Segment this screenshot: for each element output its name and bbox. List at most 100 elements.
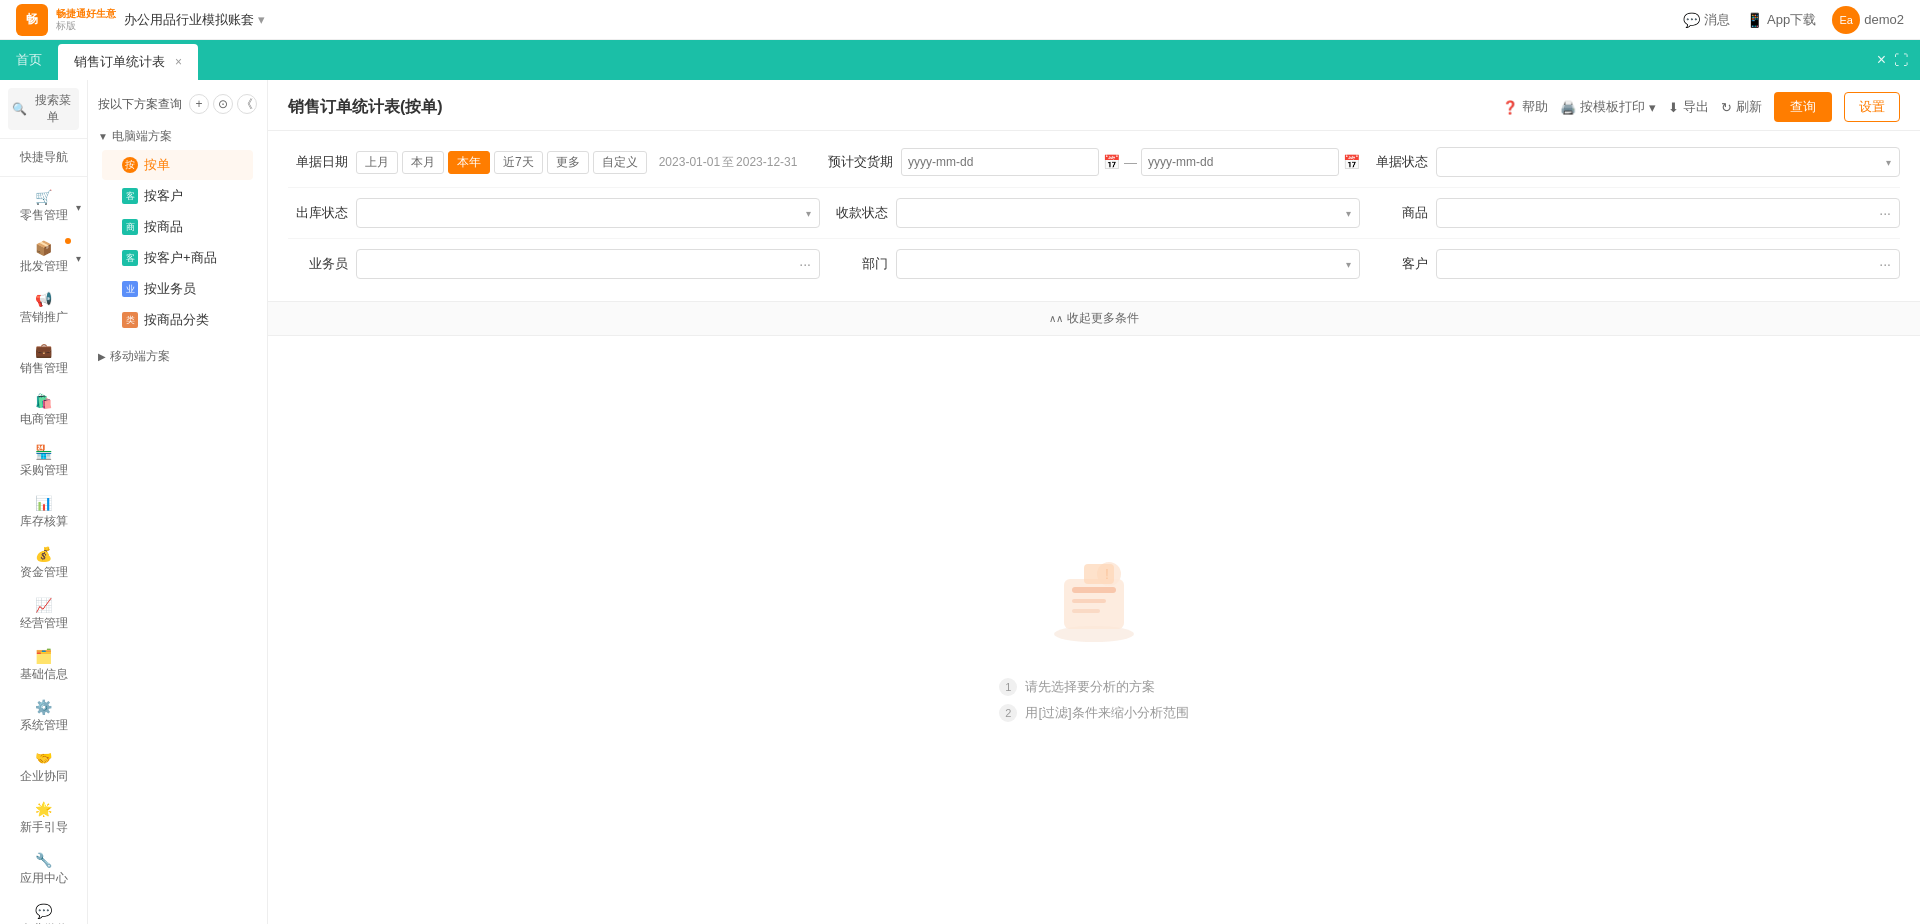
scheme-item-salesperson[interactable]: 业 按业务员	[102, 274, 253, 304]
empty-illustration: !	[1034, 539, 1154, 662]
scheme-item-order[interactable]: 按 按单	[102, 150, 253, 180]
user-avatar: Ea	[1832, 6, 1860, 34]
dept-chevron-icon: ▾	[1346, 259, 1351, 270]
tab-window-actions: × ⛶	[1877, 51, 1920, 69]
tab-sales-order-stats[interactable]: 销售订单统计表 ×	[58, 44, 198, 80]
sidebar-item-sales[interactable]: 💼 销售管理	[0, 334, 87, 385]
search-btn[interactable]: 查询	[1774, 92, 1832, 122]
sidebar-item-newbie[interactable]: 🌟 新手引导	[0, 793, 87, 844]
message-btn[interactable]: 💬 消息	[1683, 11, 1730, 29]
svg-rect-3	[1072, 599, 1106, 603]
tip-num-2: 2	[999, 704, 1017, 722]
scheme-add-btn[interactable]: +	[189, 94, 209, 114]
window-close-icon[interactable]: ×	[1877, 51, 1886, 69]
salesperson-filter-group: 业务员 ···	[288, 249, 820, 279]
scheme-panel-actions: + ⊙ 《	[189, 94, 257, 114]
scheme-goods-icon: 商	[122, 219, 138, 235]
scheme-customer-icon: 客	[122, 188, 138, 204]
help-btn[interactable]: ❓ 帮助	[1502, 98, 1548, 116]
sidebar-item-wholesale[interactable]: 📦 批发管理	[0, 232, 87, 283]
app-download-btn[interactable]: 📱 App下载	[1746, 11, 1816, 29]
date-btn-last-7days[interactable]: 近7天	[494, 151, 543, 174]
scheme-order-icon: 按	[122, 157, 138, 173]
scheme-item-customer[interactable]: 客 按客户	[102, 181, 253, 211]
sidebar-item-apps[interactable]: 🔧 应用中心	[0, 844, 87, 895]
main-layout: 🔍 搜索菜单 快捷导航 🛒 零售管理 📦 批发管理 📢 营销推广 💼	[0, 80, 1920, 924]
payment-chevron-icon: ▾	[1346, 208, 1351, 219]
sidebar-item-wechat[interactable]: 💬 企业微信	[0, 895, 87, 924]
scheme-collapse-btn[interactable]: 《	[237, 94, 257, 114]
delivery-select[interactable]: ▾	[356, 198, 820, 228]
date-quick-buttons: 上月 本月 本年 近7天 更多 自定义	[356, 151, 647, 174]
scheme-goods-category-icon: 类	[122, 312, 138, 328]
tab-close-icon[interactable]: ×	[175, 55, 182, 69]
expected-date-from[interactable]	[901, 148, 1099, 176]
scheme-pc-category: ▼ 电脑端方案 按 按单 客 按客户 商 按商品 客 按客户+商品	[88, 120, 267, 340]
payment-label: 收款状态	[828, 204, 888, 222]
scheme-mobile-category: ▶ 移动端方案	[88, 340, 267, 373]
sidebar-item-retail[interactable]: 🛒 零售管理	[0, 181, 87, 232]
goods-dots-icon[interactable]: ···	[1879, 205, 1891, 221]
export-btn[interactable]: ⬇ 导出	[1668, 98, 1709, 116]
user-area[interactable]: Ea demo2	[1832, 6, 1904, 34]
expected-date-to[interactable]	[1141, 148, 1339, 176]
sidebar-item-inventory[interactable]: 📊 库存核算	[0, 487, 87, 538]
settings-btn[interactable]: 设置	[1844, 92, 1900, 122]
scheme-item-goods-category[interactable]: 类 按商品分类	[102, 305, 253, 335]
refresh-btn[interactable]: ↻ 刷新	[1721, 98, 1762, 116]
customer-filter-group: 客户 ···	[1368, 249, 1900, 279]
sidebar-item-system[interactable]: ⚙️ 系统管理	[0, 691, 87, 742]
topbar-left: 畅 畅捷通好生意 标版 办公用品行业模拟账套 ▾	[16, 4, 265, 36]
page-actions: ❓ 帮助 🖨️ 按模板打印 ▾ ⬇ 导出 ↻ 刷新	[1502, 92, 1900, 122]
svg-rect-4	[1072, 609, 1100, 613]
customer-dots-icon[interactable]: ···	[1879, 256, 1891, 272]
username: demo2	[1864, 12, 1904, 27]
status-select[interactable]: ▾	[1436, 147, 1900, 177]
goods-select[interactable]: ···	[1436, 198, 1900, 228]
dept-filter-group: 部门 ▾	[828, 249, 1360, 279]
sidebar-item-marketing[interactable]: 📢 营销推广	[0, 283, 87, 334]
scheme-item-customer-goods[interactable]: 客 按客户+商品	[102, 243, 253, 273]
window-expand-icon[interactable]: ⛶	[1894, 52, 1908, 68]
salesperson-select[interactable]: ···	[356, 249, 820, 279]
payment-filter-group: 收款状态 ▾	[828, 198, 1360, 228]
expected-date-group: 预计交货期 📅 — 📅	[828, 148, 1360, 176]
scheme-panel: 按以下方案查询 + ⊙ 《 ▼ 电脑端方案 按 按单 客 按客户	[88, 80, 268, 924]
status-filter-label: 单据状态	[1368, 153, 1428, 171]
app-title[interactable]: 办公用品行业模拟账套 ▾	[124, 11, 265, 29]
salesperson-dots-icon[interactable]: ···	[799, 256, 811, 272]
sidebar-item-finance[interactable]: 💰 资金管理	[0, 538, 87, 589]
date-btn-custom[interactable]: 自定义	[593, 151, 647, 174]
sidebar-item-base[interactable]: 🗂️ 基础信息	[0, 640, 87, 691]
scheme-category-pc-title[interactable]: ▼ 电脑端方案	[98, 124, 257, 149]
scheme-category-mobile-title[interactable]: ▶ 移动端方案	[98, 344, 257, 369]
sidebar-item-purchase[interactable]: 🏪 采购管理	[0, 436, 87, 487]
collapse-filters-btn[interactable]: ∧∧ 收起更多条件	[268, 302, 1920, 336]
search-menu-btn[interactable]: 🔍 搜索菜单	[8, 88, 79, 130]
date-btn-more[interactable]: 更多	[547, 151, 589, 174]
main-content-right: 销售订单统计表(按单) ❓ 帮助 🖨️ 按模板打印 ▾ ⬇ 导出	[268, 80, 1920, 924]
calendar-to-icon[interactable]: 📅	[1343, 154, 1360, 170]
dept-select[interactable]: ▾	[896, 249, 1360, 279]
date-btn-this-month[interactable]: 本月	[402, 151, 444, 174]
print-btn[interactable]: 🖨️ 按模板打印 ▾	[1560, 98, 1656, 116]
sidebar-item-ecommerce[interactable]: 🛍️ 电商管理	[0, 385, 87, 436]
scheme-item-goods[interactable]: 商 按商品	[102, 212, 253, 242]
date-btn-this-year[interactable]: 本年	[448, 151, 490, 174]
tip-num-1: 1	[999, 678, 1017, 696]
customer-label: 客户	[1368, 255, 1428, 273]
customer-select[interactable]: ···	[1436, 249, 1900, 279]
sidebar-item-operations[interactable]: 📈 经营管理	[0, 589, 87, 640]
date-filter-label: 单据日期	[288, 153, 348, 171]
svg-rect-7	[1084, 564, 1114, 584]
date-btn-last-month[interactable]: 上月	[356, 151, 398, 174]
sidebar-item-enterprise[interactable]: 🤝 企业协同	[0, 742, 87, 793]
tab-home[interactable]: 首页	[0, 40, 58, 80]
topbar: 畅 畅捷通好生意 标版 办公用品行业模拟账套 ▾ 💬 消息 📱 App下载 Ea…	[0, 0, 1920, 40]
payment-select[interactable]: ▾	[896, 198, 1360, 228]
quick-nav-item[interactable]: 快捷导航	[0, 143, 87, 172]
scheme-panel-header: 按以下方案查询 + ⊙ 《	[88, 88, 267, 120]
empty-tips: 1 请先选择要分析的方案 2 用[过滤]条件来缩小分析范围	[999, 678, 1188, 722]
scheme-edit-btn[interactable]: ⊙	[213, 94, 233, 114]
calendar-from-icon[interactable]: 📅	[1103, 154, 1120, 170]
